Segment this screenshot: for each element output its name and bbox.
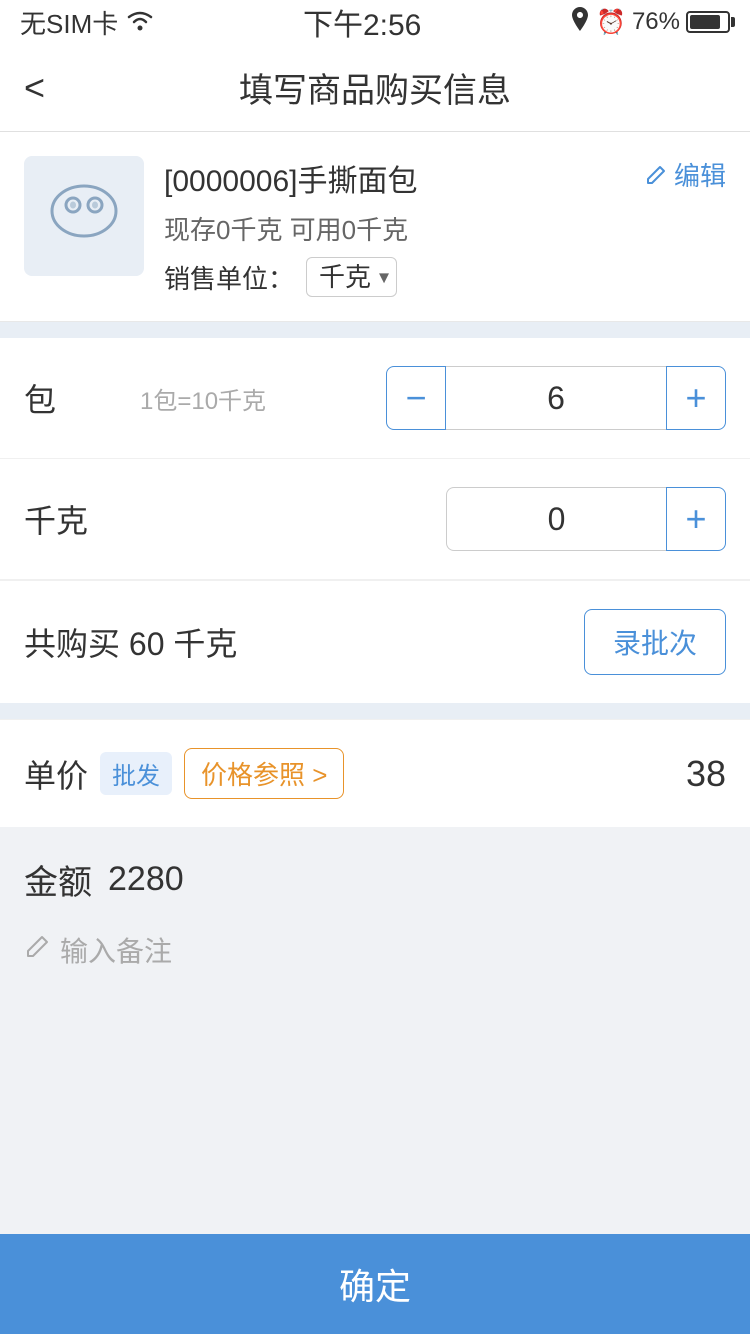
kg-label: 千克 <box>24 496 124 542</box>
price-value: 38 <box>686 753 726 795</box>
price-label: 单价 <box>24 751 88 797</box>
product-image <box>24 156 144 276</box>
location-icon <box>570 7 590 38</box>
product-name: [0000006]手撕面包 <box>164 156 417 200</box>
unit-select[interactable]: 千克 包 <box>306 257 397 297</box>
package-plus-button[interactable]: + <box>666 366 726 430</box>
carrier-label: 无SIM卡 <box>20 4 118 41</box>
amount-section: 金额 2280 输入备注 <box>0 827 750 994</box>
price-ref-button[interactable]: 价格参照 > <box>184 748 344 799</box>
battery-percent: 76% <box>632 8 680 36</box>
product-unit-row: 销售单位： 千克 包 <box>164 257 726 297</box>
batch-button[interactable]: 录批次 <box>584 609 726 675</box>
price-tag: 批发 <box>100 752 172 795</box>
status-time: 下午2:56 <box>303 0 421 44</box>
package-controls: − + <box>386 366 726 430</box>
summary-text: 共购买 60 千克 <box>24 619 237 665</box>
product-logo-icon <box>49 181 119 251</box>
package-hint: 1包=10千克 <box>140 381 266 416</box>
battery-icon <box>686 11 730 33</box>
price-left: 单价 批发 价格参照 > <box>24 748 344 799</box>
package-input-row: 包 1包=10千克 − + <box>0 338 750 459</box>
package-minus-button[interactable]: − <box>386 366 446 430</box>
nav-bar: < 填写商品购买信息 <box>0 44 750 132</box>
amount-row: 金额 2280 <box>24 855 726 920</box>
pencil-icon <box>24 934 50 967</box>
kg-plus-button[interactable]: + <box>666 487 726 551</box>
page-title: 填写商品购买信息 <box>239 63 511 112</box>
status-right: ⏰ 76% <box>570 7 730 38</box>
kg-controls: + <box>446 487 726 551</box>
product-section: [0000006]手撕面包 编辑 现存0千克 可用0千克 销售单位： 千克 包 <box>0 132 750 322</box>
edit-button[interactable]: 编辑 <box>645 156 726 193</box>
status-bar: 无SIM卡 下午2:56 ⏰ 76% <box>0 0 750 44</box>
back-button[interactable]: < <box>24 67 45 109</box>
amount-label: 金额 <box>24 855 92 904</box>
product-stock: 现存0千克 可用0千克 <box>164 210 726 247</box>
remark-placeholder: 输入备注 <box>60 930 172 970</box>
remark-row[interactable]: 输入备注 <box>24 920 726 994</box>
status-left: 无SIM卡 <box>20 4 154 41</box>
divider-2 <box>0 703 750 719</box>
kg-input[interactable] <box>446 487 666 551</box>
product-info: [0000006]手撕面包 编辑 现存0千克 可用0千克 销售单位： 千克 包 <box>164 156 726 297</box>
confirm-button[interactable]: 确定 <box>0 1234 750 1334</box>
package-label: 包 <box>24 375 124 421</box>
kg-input-row: 千克 + <box>0 459 750 580</box>
divider-1 <box>0 322 750 338</box>
alarm-icon: ⏰ <box>596 8 626 37</box>
wifi-icon <box>126 7 154 38</box>
package-input[interactable] <box>446 366 666 430</box>
summary-row: 共购买 60 千克 录批次 <box>0 580 750 703</box>
input-section: 包 1包=10千克 − + 千克 + 共购买 60 千克 录批次 <box>0 338 750 703</box>
unit-select-wrap[interactable]: 千克 包 <box>306 257 397 297</box>
price-section: 单价 批发 价格参照 > 38 <box>0 719 750 827</box>
amount-value: 2280 <box>108 860 184 899</box>
unit-label: 销售单位： <box>164 259 294 296</box>
